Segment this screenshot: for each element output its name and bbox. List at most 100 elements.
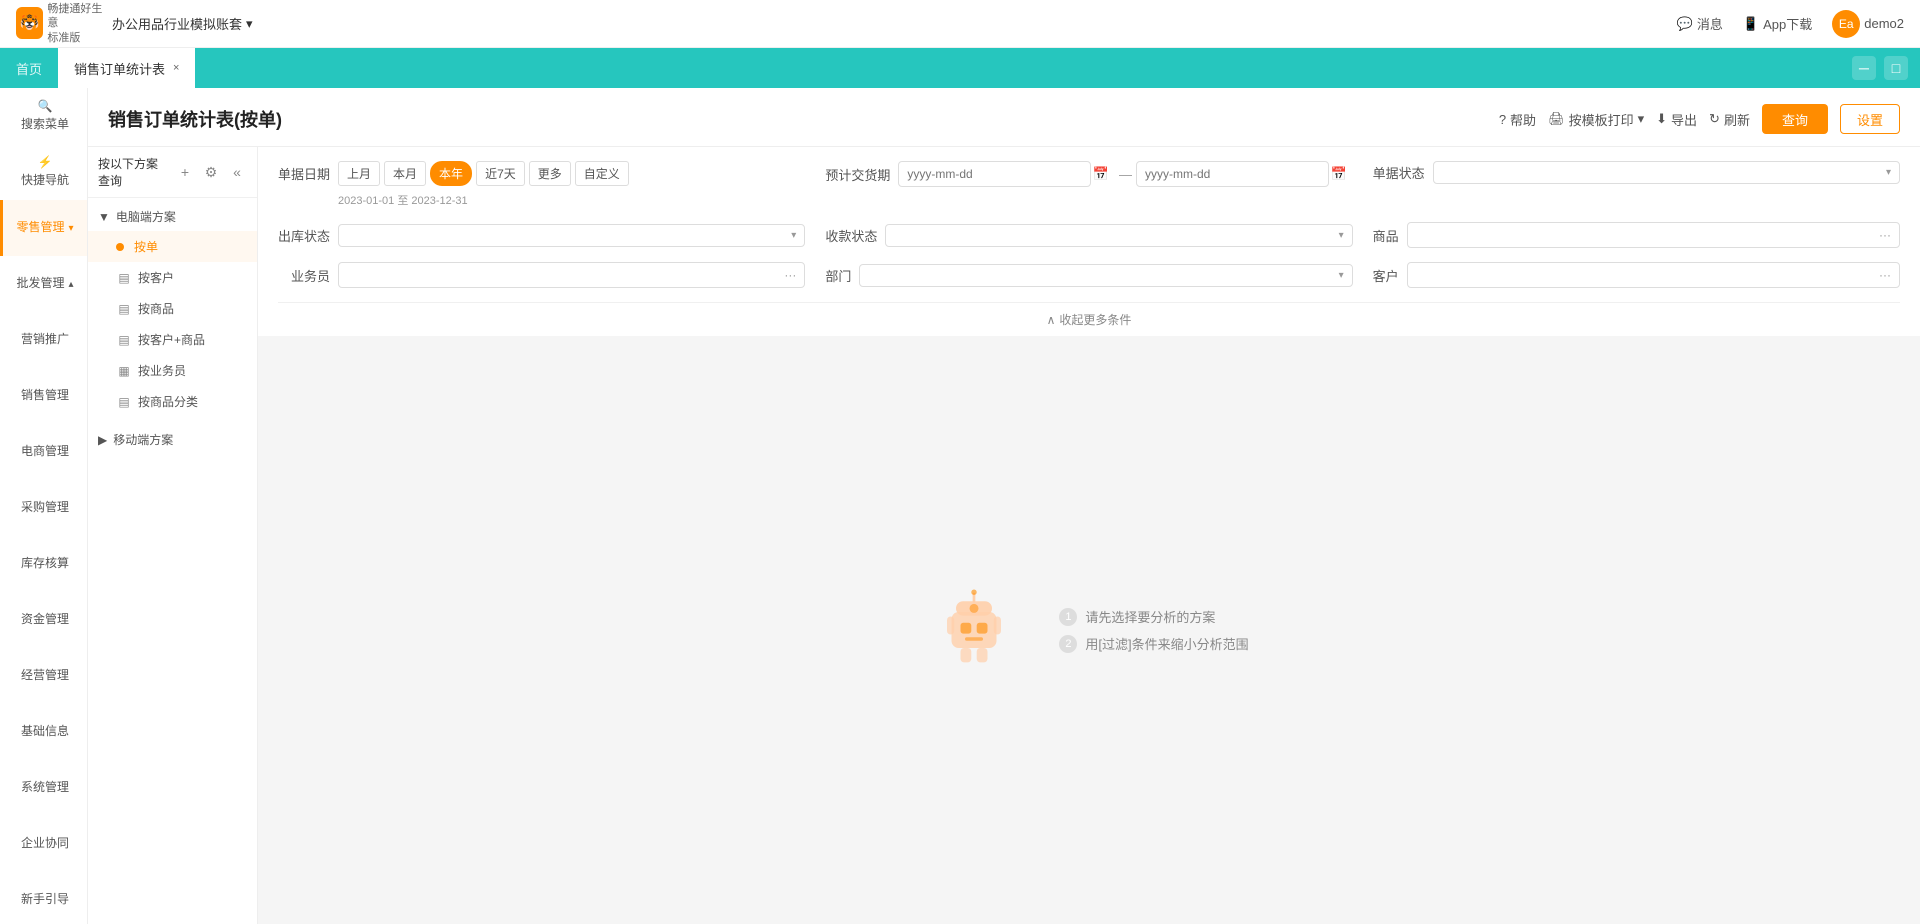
message-icon: 💬 — [1677, 16, 1693, 32]
help-icon: ? — [1499, 112, 1506, 127]
sidebar-item-quicknav[interactable]: ⚡ 快捷导航 — [0, 144, 87, 200]
dept-label: 部门 — [825, 266, 851, 285]
scheme-item-by-salesperson[interactable]: ▦ 按业务员 — [88, 355, 257, 386]
expected-date-from[interactable] — [898, 161, 1091, 187]
dept-select[interactable]: ▾ — [859, 264, 1352, 287]
mobile-section-header[interactable]: ▶ 移动端方案 — [88, 425, 257, 454]
pay-status-select[interactable]: ▾ — [885, 224, 1352, 247]
chevron-icon: ▴ — [68, 279, 73, 290]
tab-close-icon[interactable]: × — [173, 62, 179, 74]
logo: 🐯 畅捷通好生意 标准版 — [16, 2, 104, 45]
table-icon: ▤ — [116, 301, 132, 317]
topbar-right: 💬 消息 📱 App下载 Ea demo2 — [1677, 10, 1904, 38]
chevron-icon: ▾ — [68, 223, 73, 234]
message-btn[interactable]: 💬 消息 — [1677, 14, 1723, 33]
query-button[interactable]: 查询 — [1762, 104, 1828, 134]
expected-date-label: 预计交货期 — [825, 165, 890, 184]
avatar: Ea — [1832, 10, 1860, 38]
goods-label: 商品 — [1373, 226, 1399, 245]
sidebar-item-search[interactable]: 🔍 搜索菜单 — [0, 88, 87, 144]
more-icon4: ··· — [1879, 268, 1891, 282]
topbar: 🐯 畅捷通好生意 标准版 办公用品行业模拟账套 ▾ 💬 消息 📱 App下载 E… — [0, 0, 1920, 48]
sidebar-item-retail[interactable]: 零售管理 ▾ — [0, 200, 87, 256]
account-dropdown[interactable]: 办公用品行业模拟账套 ▾ — [112, 14, 253, 33]
doc-status-select[interactable]: ▾ — [1433, 161, 1900, 184]
add-scheme-btn[interactable]: + — [175, 162, 195, 182]
tabbar: 首页 销售订单统计表 × ─ □ — [0, 48, 1920, 88]
goods-select[interactable]: ··· — [1407, 222, 1900, 248]
sidebar-item-basic[interactable]: 基础信息 — [0, 704, 87, 760]
refresh-btn[interactable]: ↻ 刷新 — [1709, 110, 1750, 129]
sidebar-item-enterprise[interactable]: 企业协同 — [0, 816, 87, 872]
tab-home[interactable]: 首页 — [0, 48, 58, 88]
sidebar-item-marketing[interactable]: 营销推广 — [0, 312, 87, 368]
collapse-bar[interactable]: ∧ 收起更多条件 — [278, 302, 1900, 336]
doc-status-label: 单据状态 — [1373, 163, 1425, 182]
collapse-up-icon: ∧ — [1047, 313, 1056, 327]
pay-status-field: 收款状态 ▾ — [825, 224, 1352, 247]
sidebar-item-ecommerce[interactable]: 电商管理 — [0, 424, 87, 480]
calendar-icon: 📅 — [1093, 166, 1109, 182]
pc-section: ▼ 电脑端方案 按单 ▤ 按客户 ▤ 按商品 — [88, 198, 257, 421]
customer-select[interactable]: ··· — [1407, 262, 1900, 288]
sidebar-item-finance[interactable]: 资金管理 — [0, 592, 87, 648]
template-print-btn[interactable]: 🖨 按模板打印 ▾ — [1548, 110, 1644, 129]
sidebar-item-newuser[interactable]: 新手引导 — [0, 872, 87, 924]
this-year-btn[interactable]: 本年 — [430, 161, 472, 186]
sidebar-item-inventory[interactable]: 库存核算 — [0, 536, 87, 592]
table-icon: ▤ — [116, 270, 132, 286]
empty-tip-1: 1 请先选择要分析的方案 — [1059, 607, 1248, 626]
sidebar-item-wholesale[interactable]: 批发管理 ▴ — [0, 256, 87, 312]
scheme-item-by-goods[interactable]: ▤ 按商品 — [88, 293, 257, 324]
date-range-text: 2023-01-01 至 2023-12-31 — [338, 192, 468, 208]
7days-btn[interactable]: 近7天 — [476, 161, 525, 186]
salesperson-select[interactable]: ··· — [338, 262, 805, 288]
pay-status-label: 收款状态 — [825, 226, 877, 245]
tab-sales-order-stats[interactable]: 销售订单统计表 × — [58, 48, 195, 88]
phone-icon: 📱 — [1743, 16, 1759, 32]
ship-status-field: 出库状态 ▾ — [278, 224, 805, 247]
ship-status-select[interactable]: ▾ — [338, 224, 805, 247]
export-icon: ⬇ — [1656, 111, 1667, 127]
app-download-btn[interactable]: 📱 App下载 — [1743, 14, 1812, 33]
scheme-settings-btn[interactable]: ⚙ — [201, 162, 221, 182]
customer-label: 客户 — [1373, 266, 1399, 285]
expected-date-to[interactable] — [1136, 161, 1329, 187]
tip-number-2: 2 — [1059, 635, 1077, 653]
pc-section-header[interactable]: ▼ 电脑端方案 — [88, 202, 257, 231]
scheme-collapse-btn[interactable]: « — [227, 162, 247, 182]
help-btn[interactable]: ? 帮助 — [1499, 110, 1536, 129]
table-icon: ▤ — [116, 332, 132, 348]
custom-btn[interactable]: 自定义 — [575, 161, 629, 186]
settings-button[interactable]: 设置 — [1840, 104, 1900, 134]
main-area: 按以下方案查询 + ⚙ « ▼ 电脑端方案 按单 — [88, 147, 1920, 924]
prev-month-btn[interactable]: 上月 — [338, 161, 380, 186]
logo-icon: 🐯 — [16, 7, 43, 39]
sidebar-item-system[interactable]: 系统管理 — [0, 760, 87, 816]
sidebar-item-operations[interactable]: 经营管理 — [0, 648, 87, 704]
more-icon: ··· — [1879, 228, 1891, 242]
more-btn[interactable]: 更多 — [529, 161, 571, 186]
scheme-item-by-customer[interactable]: ▤ 按客户 — [88, 262, 257, 293]
scheme-item-by-order[interactable]: 按单 — [88, 231, 257, 262]
window-minimize-btn[interactable]: ─ — [1852, 56, 1876, 80]
window-maximize-btn[interactable]: □ — [1884, 56, 1908, 80]
arrow-icon2: ▾ — [1339, 230, 1344, 241]
topbar-center: 办公用品行业模拟账套 ▾ — [104, 14, 1677, 33]
print-icon: 🖨 — [1548, 111, 1565, 127]
filter-section: 单据日期 上月 本月 本年 近7天 更多 自定义 — [258, 147, 1920, 336]
scheme-panel-header: 按以下方案查询 + ⚙ « — [88, 147, 257, 198]
select-arrow-icon: ▾ — [1886, 167, 1891, 178]
export-btn[interactable]: ⬇ 导出 — [1656, 110, 1697, 129]
page-title: 销售订单统计表(按单) — [108, 106, 282, 132]
this-month-btn[interactable]: 本月 — [384, 161, 426, 186]
arrow-icon: ▾ — [791, 230, 796, 241]
scheme-item-by-customer-goods[interactable]: ▤ 按客户+商品 — [88, 324, 257, 355]
salesperson-label: 业务员 — [278, 266, 330, 285]
expected-date-field: 预计交货期 📅 — 📅 — [825, 161, 1352, 187]
user-menu[interactable]: Ea demo2 — [1832, 10, 1904, 38]
sidebar-item-sales[interactable]: 销售管理 — [0, 368, 87, 424]
print-dropdown-icon: ▾ — [1638, 111, 1645, 127]
sidebar-item-purchase[interactable]: 采购管理 — [0, 480, 87, 536]
scheme-item-by-goods-category[interactable]: ▤ 按商品分类 — [88, 386, 257, 417]
